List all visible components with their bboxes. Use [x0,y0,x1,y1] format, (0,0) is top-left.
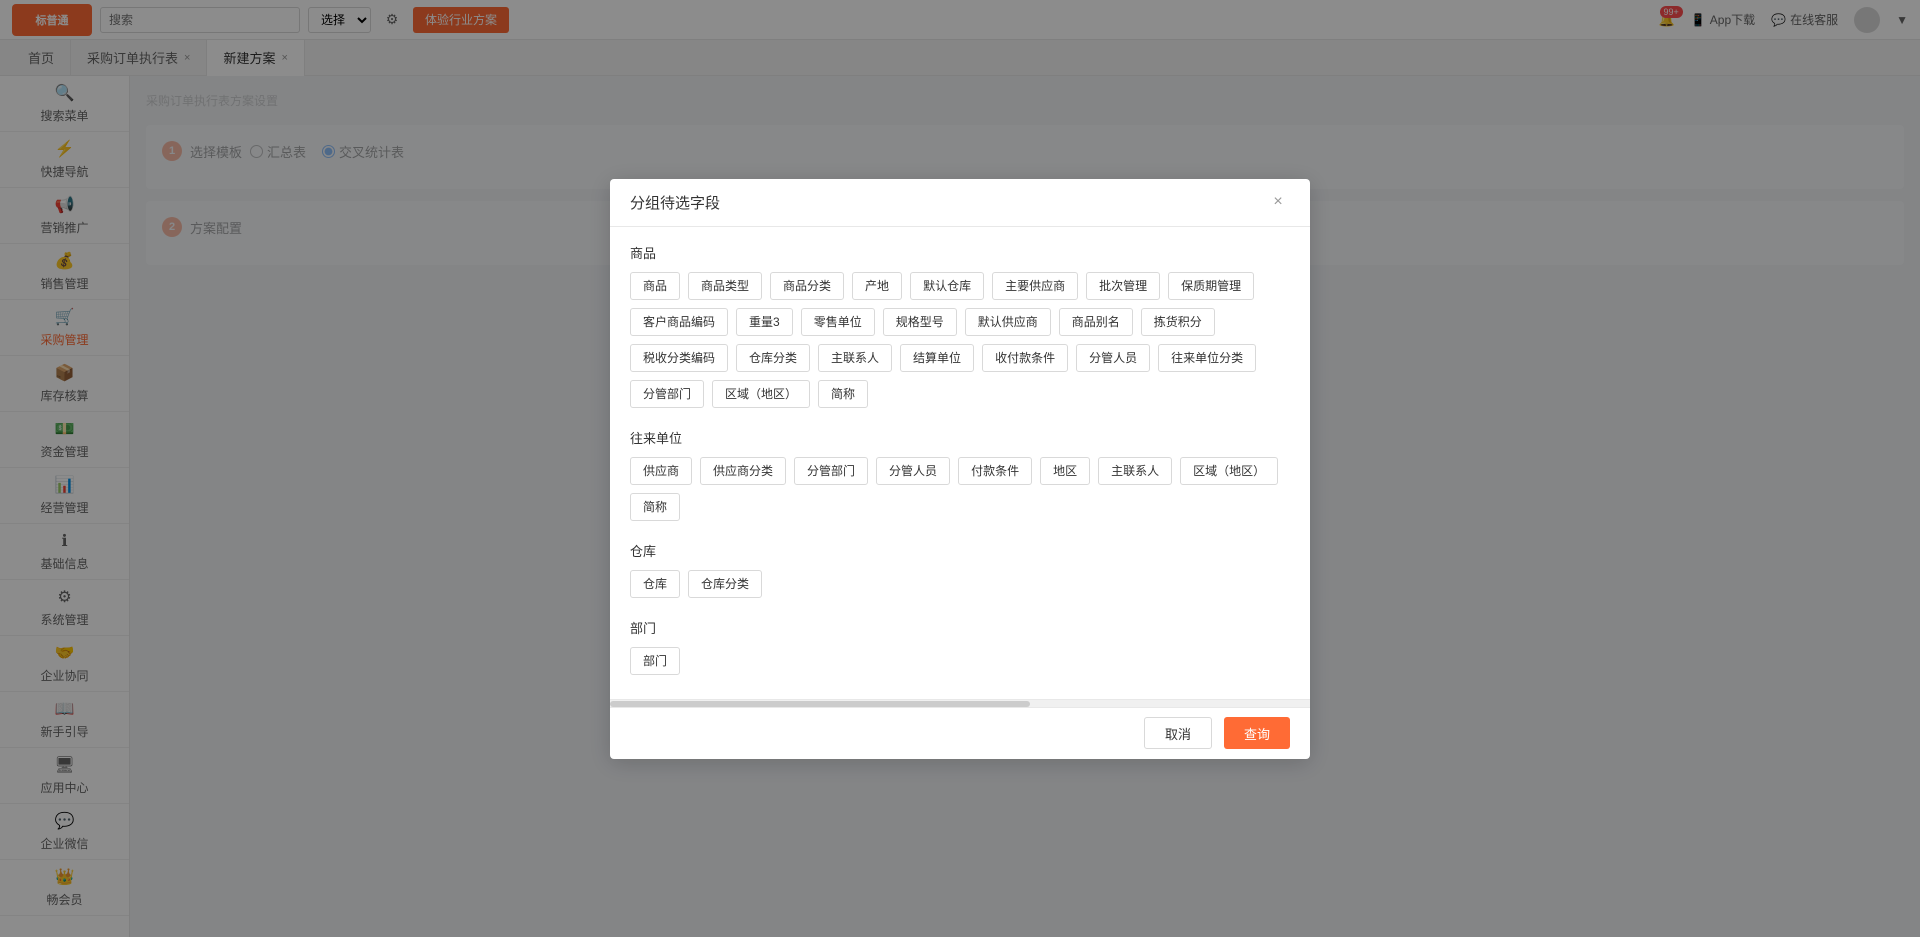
modal-horizontal-scrollbar[interactable] [610,699,1310,707]
field-tag-default-supplier[interactable]: 默认供应商 [965,308,1051,336]
field-tag-department[interactable]: 部门 [630,647,680,675]
field-tag-warehouse-cat[interactable]: 仓库分类 [688,570,762,598]
section-department: 部门 部门 [630,618,1290,675]
field-tag-partner-abbrev[interactable]: 简称 [630,493,680,521]
section-goods-title: 商品 [630,243,1290,262]
field-tag-batch[interactable]: 批次管理 [1086,272,1160,300]
section-warehouse-title: 仓库 [630,541,1290,560]
field-tag-partner-area[interactable]: 区域（地区） [1180,457,1278,485]
field-tag-tax-code[interactable]: 税收分类编码 [630,344,728,372]
field-tag-goods-category[interactable]: 商品分类 [770,272,844,300]
field-tag-payment-terms[interactable]: 收付款条件 [982,344,1068,372]
field-tag-partner-category[interactable]: 往来单位分类 [1158,344,1256,372]
department-field-tags: 部门 [630,647,1290,675]
modal-body[interactable]: 商品 商品 商品类型 商品分类 产地 默认仓库 主要供应商 批次管理 保质期管理… [610,227,1310,699]
warehouse-field-tags: 仓库 仓库分类 [630,570,1290,598]
field-tag-weight3[interactable]: 重量3 [736,308,793,336]
section-department-title: 部门 [630,618,1290,637]
field-tag-area[interactable]: 区域（地区） [712,380,810,408]
field-tag-main-supplier[interactable]: 主要供应商 [992,272,1078,300]
field-tag-region[interactable]: 地区 [1040,457,1090,485]
field-tag-supplier-category[interactable]: 供应商分类 [700,457,786,485]
section-warehouse: 仓库 仓库 仓库分类 [630,541,1290,598]
field-tag-customer-code[interactable]: 客户商品编码 [630,308,728,336]
field-tag-settlement-unit[interactable]: 结算单位 [900,344,974,372]
field-tag-supplier[interactable]: 供应商 [630,457,692,485]
field-tag-default-warehouse[interactable]: 默认仓库 [910,272,984,300]
field-tag-spec[interactable]: 规格型号 [883,308,957,336]
field-tag-partner-payment[interactable]: 付款条件 [958,457,1032,485]
modal-title: 分组待选字段 [630,192,720,213]
field-tag-pick-points[interactable]: 拣货积分 [1141,308,1215,336]
field-tag-warehouse-category[interactable]: 仓库分类 [736,344,810,372]
section-goods: 商品 商品 商品类型 商品分类 产地 默认仓库 主要供应商 批次管理 保质期管理… [630,243,1290,408]
field-tag-admin-person[interactable]: 分管人员 [1076,344,1150,372]
cancel-button[interactable]: 取消 [1144,717,1212,749]
field-tag-retail-unit[interactable]: 零售单位 [801,308,875,336]
field-tag-admin-dept[interactable]: 分管部门 [630,380,704,408]
field-select-modal: 分组待选字段 × 商品 商品 商品类型 商品分类 产地 默认仓库 主要供应商 批… [610,179,1310,759]
horizontal-scrollbar-thumb [610,701,1030,707]
modal-overlay: 分组待选字段 × 商品 商品 商品类型 商品分类 产地 默认仓库 主要供应商 批… [0,0,1920,937]
field-tag-warehouse[interactable]: 仓库 [630,570,680,598]
field-tag-expiry[interactable]: 保质期管理 [1168,272,1254,300]
field-tag-goods[interactable]: 商品 [630,272,680,300]
field-tag-goods-type[interactable]: 商品类型 [688,272,762,300]
field-tag-partner-admin-dept[interactable]: 分管部门 [794,457,868,485]
confirm-button[interactable]: 查询 [1224,717,1290,749]
modal-header: 分组待选字段 × [610,179,1310,227]
field-tag-partner-main-contact[interactable]: 主联系人 [1098,457,1172,485]
section-partner: 往来单位 供应商 供应商分类 分管部门 分管人员 付款条件 地区 主联系人 区域… [630,428,1290,521]
goods-field-tags: 商品 商品类型 商品分类 产地 默认仓库 主要供应商 批次管理 保质期管理 客户… [630,272,1290,408]
modal-footer: 取消 查询 [610,707,1310,759]
field-tag-abbrev[interactable]: 简称 [818,380,868,408]
field-tag-goods-alias[interactable]: 商品别名 [1059,308,1133,336]
modal-close-button[interactable]: × [1266,190,1290,214]
field-tag-main-contact[interactable]: 主联系人 [818,344,892,372]
section-partner-title: 往来单位 [630,428,1290,447]
partner-field-tags: 供应商 供应商分类 分管部门 分管人员 付款条件 地区 主联系人 区域（地区） … [630,457,1290,521]
field-tag-partner-admin-person[interactable]: 分管人员 [876,457,950,485]
field-tag-origin[interactable]: 产地 [852,272,902,300]
